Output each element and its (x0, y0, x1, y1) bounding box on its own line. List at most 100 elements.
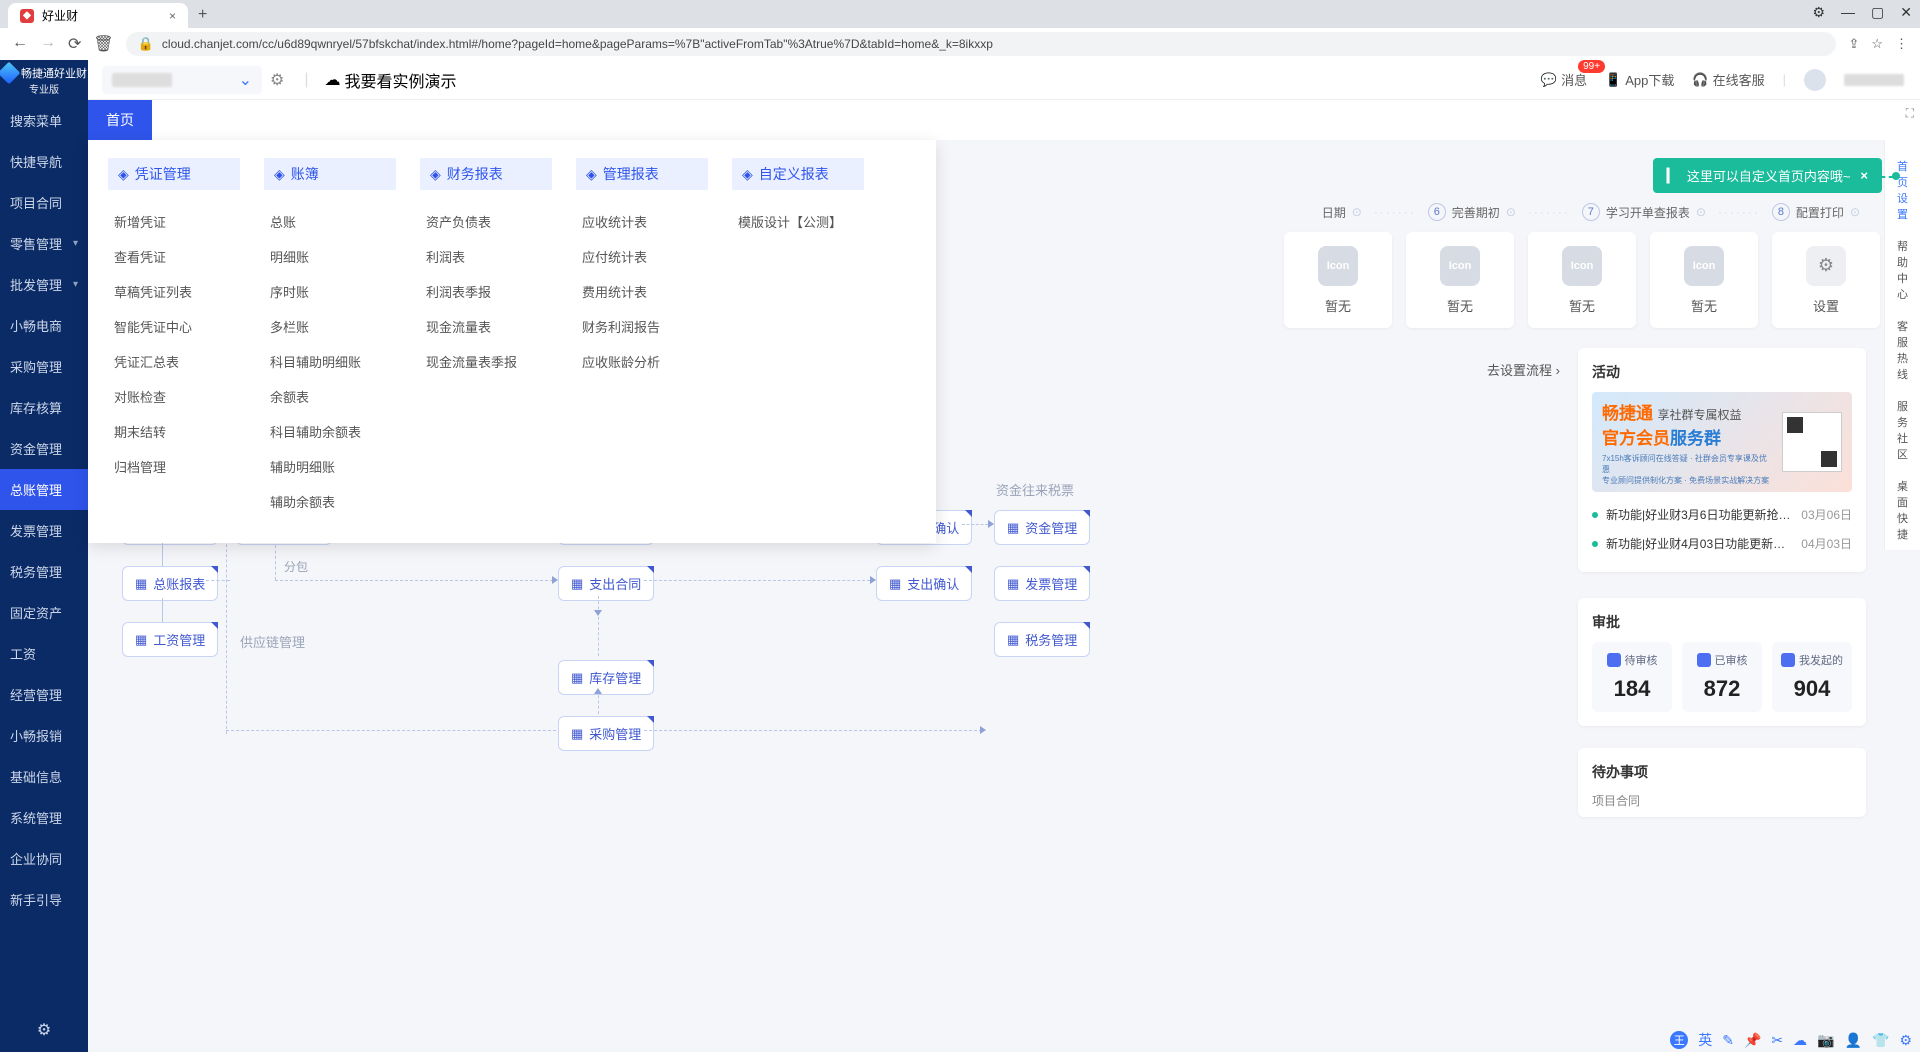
quick-card-settings[interactable]: ⚙设置 (1772, 232, 1880, 328)
address-bar[interactable]: 🔒 cloud.chanjet.com/cc/u6d89qwnryel/57bf… (126, 32, 1837, 56)
online-service-button[interactable]: 🎧 在线客服 (1692, 70, 1764, 89)
menu-link-1-7[interactable]: 辅助明细账 (264, 449, 410, 484)
menu-link-2-0[interactable]: 资产负债表 (420, 204, 566, 239)
quick-card-0[interactable]: Icon暂无 (1284, 232, 1392, 328)
quick-card-3[interactable]: Icon暂无 (1650, 232, 1758, 328)
menu-category-2[interactable]: ◈财务报表 (420, 158, 552, 190)
menu-link-3-4[interactable]: 应收账龄分析 (576, 344, 722, 379)
sidebar-item-6[interactable]: 采购管理 (0, 346, 88, 387)
menu-link-2-3[interactable]: 现金流量表 (420, 309, 566, 344)
sidebar-item-7[interactable]: 库存核算 (0, 387, 88, 428)
rail-item-4[interactable]: 桌面快捷 (1893, 470, 1912, 550)
sidebar-item-11[interactable]: 税务管理 (0, 551, 88, 592)
menu-link-1-8[interactable]: 辅助余额表 (264, 484, 410, 519)
gear-tray-icon[interactable]: ⚙ (1899, 1032, 1912, 1049)
quick-card-2[interactable]: Icon暂无 (1528, 232, 1636, 328)
sidebar-item-12[interactable]: 固定资产 (0, 592, 88, 633)
menu-link-0-1[interactable]: 查看凭证 (108, 239, 254, 274)
step-3[interactable]: 8配置打印⊙ (1772, 203, 1860, 221)
node-purchase[interactable]: ▦采购管理 (558, 716, 654, 751)
nav-reload-icon[interactable]: ⟳ (68, 34, 81, 54)
app-download-button[interactable]: 📱 App下载 (1605, 70, 1674, 89)
sidebar-item-15[interactable]: 小畅报销 (0, 715, 88, 756)
menu-icon[interactable]: ⋮ (1895, 36, 1908, 52)
activity-banner[interactable]: 畅捷通 享社群专属权益 官方会员服务群 7x15h客诉顾问在线答疑 · 社群会员… (1592, 392, 1852, 492)
bookmark-icon[interactable]: ☆ (1871, 36, 1883, 52)
menu-link-1-1[interactable]: 明细账 (264, 239, 410, 274)
rail-item-2[interactable]: 客服热线 (1893, 310, 1912, 390)
menu-category-1[interactable]: ◈账簿 (264, 158, 396, 190)
sidebar-item-8[interactable]: 资金管理 (0, 428, 88, 469)
menu-link-1-2[interactable]: 序时账 (264, 274, 410, 309)
menu-link-0-0[interactable]: 新增凭证 (108, 204, 254, 239)
tab-home[interactable]: 首页 (88, 100, 152, 140)
menu-link-3-0[interactable]: 应收统计表 (576, 204, 722, 239)
menu-link-0-6[interactable]: 期末结转 (108, 414, 254, 449)
fullscreen-icon[interactable]: ⛶ (1906, 106, 1914, 121)
menu-category-4[interactable]: ◈自定义报表 (732, 158, 864, 190)
window-maximize-icon[interactable]: ▢ (1871, 4, 1884, 21)
menu-link-3-3[interactable]: 财务利润报告 (576, 309, 722, 344)
shirt-tray-icon[interactable]: 👕 (1872, 1032, 1889, 1049)
menu-link-1-5[interactable]: 余额表 (264, 379, 410, 414)
sidebar-item-5[interactable]: 小畅电商 (0, 305, 88, 346)
org-settings-icon[interactable]: ⚙ (270, 70, 284, 90)
menu-link-1-4[interactable]: 科目辅助明细账 (264, 344, 410, 379)
rail-item-1[interactable]: 帮助中心 (1893, 230, 1912, 310)
step-0[interactable]: 日期⊙ (1322, 204, 1362, 221)
settings-dot-icon[interactable]: ⚙ (1812, 4, 1825, 21)
tip-close-icon[interactable]: × (1860, 168, 1868, 183)
node-invoice[interactable]: ▦发票管理 (994, 566, 1090, 601)
sidebar-item-2[interactable]: 项目合同 (0, 182, 88, 223)
browser-tab[interactable]: ◆ 好业财 × (8, 3, 188, 28)
news-item-1[interactable]: 新功能|好业财4月03日功能更新抢先知04月03日 (1592, 529, 1852, 558)
node-stock[interactable]: ▦库存管理 (558, 660, 654, 695)
menu-category-3[interactable]: ◈管理报表 (576, 158, 708, 190)
quick-card-1[interactable]: Icon暂无 (1406, 232, 1514, 328)
sidebar-item-1[interactable]: 快捷导航 (0, 141, 88, 182)
menu-link-2-1[interactable]: 利润表 (420, 239, 566, 274)
sidebar-item-17[interactable]: 系统管理 (0, 797, 88, 838)
menu-link-2-2[interactable]: 利润表季报 (420, 274, 566, 309)
approval-card-2[interactable]: 我发起的904 (1772, 642, 1852, 712)
menu-link-0-3[interactable]: 智能凭证中心 (108, 309, 254, 344)
org-selector[interactable]: ⌄ (102, 66, 262, 94)
node-ledger[interactable]: ▦总账报表 (122, 566, 218, 601)
sidebar-item-14[interactable]: 经营管理 (0, 674, 88, 715)
menu-link-4-0[interactable]: 模版设计【公测】 (732, 204, 878, 239)
nav-back-icon[interactable]: ← (12, 34, 28, 54)
menu-category-0[interactable]: ◈凭证管理 (108, 158, 240, 190)
nav-forward-icon[interactable]: → (40, 34, 56, 54)
menu-link-1-6[interactable]: 科目辅助余额表 (264, 414, 410, 449)
person-tray-icon[interactable]: 👤 (1845, 1032, 1862, 1049)
sidebar-item-10[interactable]: 发票管理 (0, 510, 88, 551)
step-2[interactable]: 7学习开单查报表⊙ (1582, 203, 1706, 221)
window-close-icon[interactable]: ✕ (1900, 4, 1912, 21)
window-minimize-icon[interactable]: — (1841, 4, 1855, 21)
rail-item-0[interactable]: 首页设置 (1893, 150, 1912, 230)
messages-button[interactable]: 💬 消息 99+ (1541, 70, 1587, 89)
node-funds[interactable]: ▦资金管理 (994, 510, 1090, 545)
share-icon[interactable]: ⇪ (1848, 36, 1859, 52)
step-1[interactable]: 6完善期初⊙ (1428, 203, 1516, 221)
menu-link-3-1[interactable]: 应付统计表 (576, 239, 722, 274)
menu-link-3-2[interactable]: 费用统计表 (576, 274, 722, 309)
sidebar-item-3[interactable]: 零售管理▾ (0, 223, 88, 264)
menu-link-0-5[interactable]: 对账检查 (108, 379, 254, 414)
cloud-tray-icon[interactable]: ☁ (1793, 1032, 1807, 1049)
sidebar-item-4[interactable]: 批发管理▾ (0, 264, 88, 305)
tab-close-icon[interactable]: × (169, 9, 176, 23)
menu-link-1-3[interactable]: 多栏账 (264, 309, 410, 344)
approval-card-1[interactable]: 已审核872 (1682, 642, 1762, 712)
sidebar-item-19[interactable]: 新手引导 (0, 879, 88, 920)
node-expense-confirm[interactable]: ▦支出确认 (876, 566, 972, 601)
avatar[interactable] (1804, 69, 1826, 91)
approval-card-0[interactable]: 待审核184 (1592, 642, 1672, 712)
camera-tray-icon[interactable]: 📷 (1817, 1032, 1834, 1049)
configure-flow-link[interactable]: 去设置流程 › (1487, 360, 1560, 379)
demo-link[interactable]: ☁ 我要看实例演示 (325, 68, 457, 92)
menu-link-0-7[interactable]: 归档管理 (108, 449, 254, 484)
ime-icon[interactable]: 王 (1670, 1031, 1688, 1049)
rail-item-3[interactable]: 服务社区 (1893, 390, 1912, 470)
menu-link-2-4[interactable]: 现金流量表季报 (420, 344, 566, 379)
